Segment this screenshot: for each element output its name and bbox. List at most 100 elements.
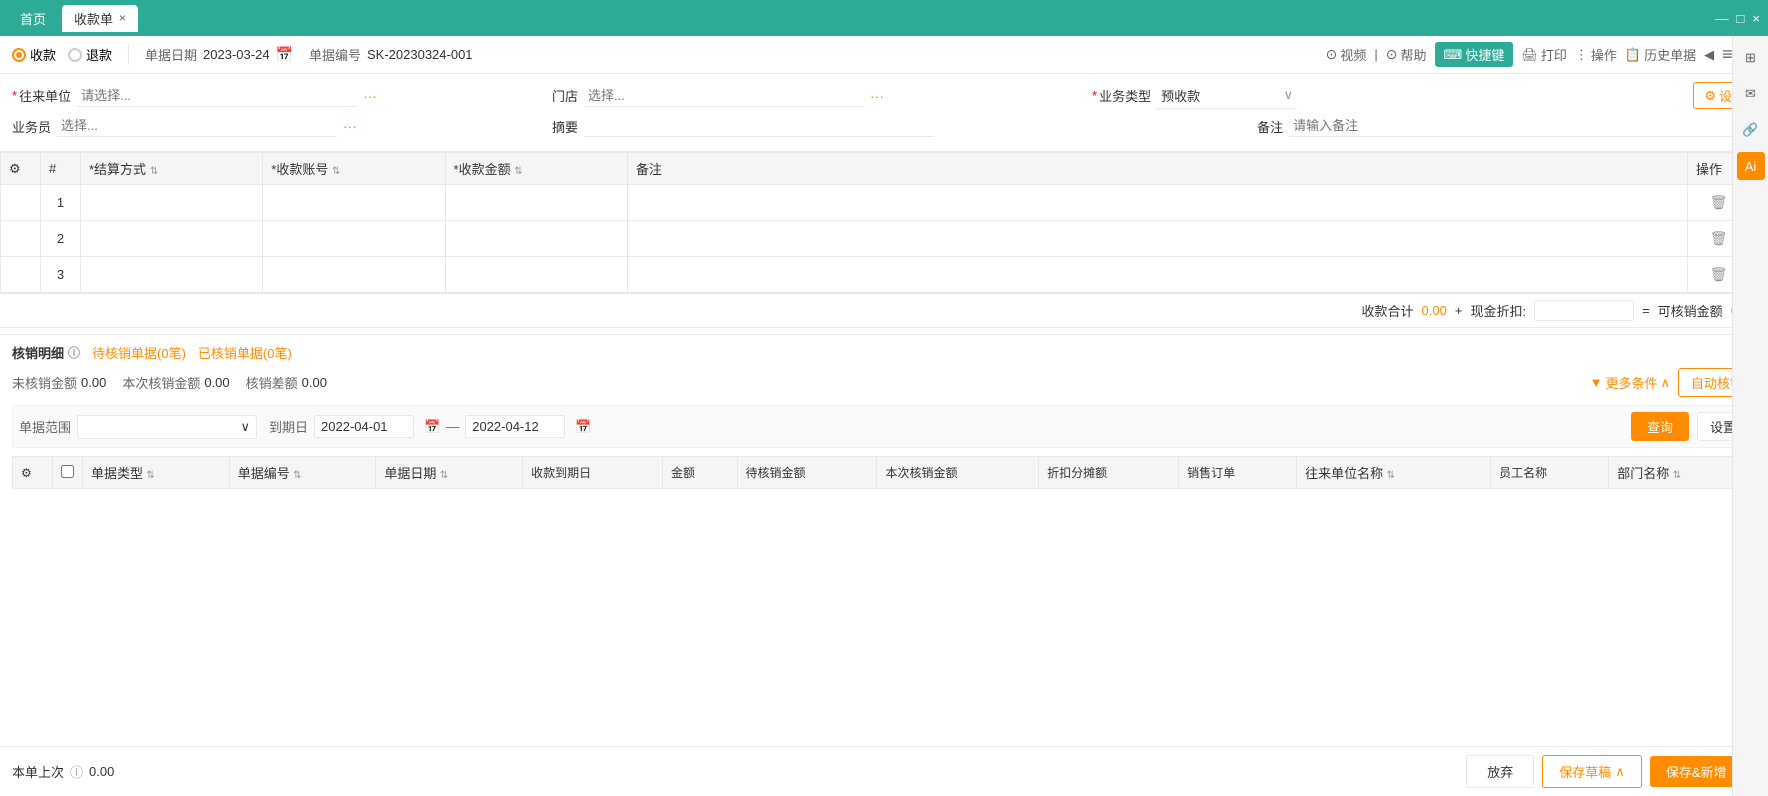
remark-field: 备注 xyxy=(1257,115,1756,137)
print-icon: 🖨 xyxy=(1521,47,1538,63)
maximize-btn[interactable]: □ xyxy=(1737,11,1745,26)
sort-arrows-bt1: ⇅ xyxy=(146,470,154,481)
remark-input[interactable] xyxy=(1289,115,1756,137)
row1-account-cell[interactable] xyxy=(263,185,445,221)
row2-remark-cell[interactable] xyxy=(627,221,1687,257)
minimize-btn[interactable]: — xyxy=(1716,11,1729,26)
due-date-start-input[interactable] xyxy=(314,415,414,438)
row2-account-cell[interactable] xyxy=(263,221,445,257)
col-no-header: # xyxy=(41,153,81,185)
tab-active[interactable]: 收款单 × xyxy=(62,5,138,32)
query-btn[interactable]: 查询 xyxy=(1631,412,1689,441)
help-btn[interactable]: ⊙ 帮助 xyxy=(1386,45,1427,64)
sidebar-screenshot-icon[interactable]: Ai xyxy=(1737,152,1765,180)
table-row: 2 🗑 ⊕ xyxy=(1,221,1768,257)
meta-date-value: 2023-03-24 xyxy=(203,47,270,62)
radio-refund-label: 退款 xyxy=(86,45,112,64)
business-type-field: * 业务类型 预收款 ∨ xyxy=(1092,83,1685,109)
row1-settings-cell xyxy=(1,185,41,221)
radio-receipt[interactable]: 收款 xyxy=(12,45,56,64)
nav-left-btn[interactable]: ◀ xyxy=(1704,47,1714,63)
current-cancel-label: 本次核销金额 xyxy=(122,373,200,392)
row1-delete-icon[interactable]: 🗑 xyxy=(1710,194,1728,211)
business-type-select[interactable]: 预收款 ∨ xyxy=(1157,83,1297,109)
nav-left-icon: ◀ xyxy=(1704,47,1714,63)
tab-close-icon[interactable]: × xyxy=(119,11,126,25)
stats-row: 未核销金额 0.00 本次核销金额 0.00 核销差额 0.00 ▼ xyxy=(12,368,1756,397)
row2-settlement-cell[interactable] xyxy=(81,221,263,257)
section-header: 核销明细 ⓘ 待核销单据(0笔) 已核销单据(0笔) xyxy=(12,343,1756,362)
date-picker-end-icon[interactable]: 📅 xyxy=(575,419,591,435)
calendar-icon[interactable]: 📅 xyxy=(276,46,293,63)
video-btn[interactable]: ⊙ 视频 xyxy=(1326,45,1367,64)
store-input[interactable] xyxy=(584,85,864,107)
bt-col-employee: 员工名称 xyxy=(1491,457,1609,489)
bt-col-settings[interactable]: ⚙ xyxy=(13,457,53,489)
col-settlement-header[interactable]: *结算方式 ⇅ xyxy=(81,153,263,185)
toolbar: 收款 退款 单据日期 2023-03-24 📅 单据编号 SK-20230324… xyxy=(0,36,1768,74)
help-icon: ⊙ xyxy=(1386,46,1398,63)
tab-home[interactable]: 首页 xyxy=(8,5,58,32)
remark-label: 备注 xyxy=(1257,117,1289,136)
row1-remark-cell[interactable] xyxy=(627,185,1687,221)
tab-bar: 首页 收款单 × — □ × xyxy=(0,0,1768,36)
summary-field: 摘要 xyxy=(552,115,1217,137)
row1-settlement-cell[interactable] xyxy=(81,185,263,221)
row1-amount-cell[interactable] xyxy=(445,185,627,221)
bt-col-doc-type[interactable]: 单据类型 ⇅ xyxy=(83,457,230,489)
store-more-btn[interactable]: ··· xyxy=(864,88,890,104)
main-container: 收款 退款 单据日期 2023-03-24 📅 单据编号 SK-20230324… xyxy=(0,36,1768,796)
counterpart-input[interactable] xyxy=(77,85,357,107)
col-amount-header[interactable]: *收款金额 ⇅ xyxy=(445,153,627,185)
bt-col-doc-date[interactable]: 单据日期 ⇅ xyxy=(376,457,523,489)
row3-remark-cell[interactable] xyxy=(627,257,1687,293)
more-conditions-btn[interactable]: ▼ 更多条件 ∧ xyxy=(1590,373,1670,392)
due-date-end-input[interactable] xyxy=(465,415,565,438)
col-settings-header[interactable]: ⚙ xyxy=(1,153,41,185)
col-remark-header: 备注 xyxy=(627,153,1687,185)
radio-refund[interactable]: 退款 xyxy=(68,45,112,64)
row3-delete-icon[interactable]: 🗑 xyxy=(1710,266,1728,283)
sidebar-link-icon[interactable]: 🔗 xyxy=(1737,116,1765,144)
salesperson-input[interactable] xyxy=(57,115,337,137)
footer-info-icon[interactable]: ⓘ xyxy=(70,762,83,781)
range-select[interactable]: ∨ xyxy=(77,415,257,439)
save-draft-btn[interactable]: 保存草稿 ∧ xyxy=(1542,755,1642,788)
col-account-header[interactable]: *收款账号 ⇅ xyxy=(263,153,445,185)
operation-btn[interactable]: ⋮ 操作 xyxy=(1575,45,1617,64)
date-separator: — xyxy=(446,419,459,434)
tab-bar-left: 首页 收款单 × xyxy=(8,5,138,32)
bt-col-doc-no[interactable]: 单据编号 ⇅ xyxy=(229,457,376,489)
close-btn[interactable]: × xyxy=(1752,11,1760,26)
sidebar-mail-icon[interactable]: ✉ xyxy=(1737,80,1765,108)
row3-settlement-cell[interactable] xyxy=(81,257,263,293)
select-all-checkbox[interactable] xyxy=(61,465,74,478)
row2-amount-cell[interactable] xyxy=(445,221,627,257)
link-icon: 🔗 xyxy=(1742,122,1758,138)
completed-tab-link[interactable]: 已核销单据(0笔) xyxy=(198,343,292,362)
counterpart-more-btn[interactable]: ··· xyxy=(357,88,383,104)
form-row-2: 业务员 ··· 摘要 备注 xyxy=(12,115,1756,137)
uncancelled-value: 0.00 xyxy=(81,375,106,390)
pending-tab-label: 待核销单据(0笔) xyxy=(92,346,186,361)
summary-input[interactable] xyxy=(584,115,934,137)
discount-input[interactable] xyxy=(1534,300,1634,321)
business-type-label: 业务类型 xyxy=(1099,86,1157,105)
row3-amount-cell[interactable] xyxy=(445,257,627,293)
help-label: 帮助 xyxy=(1401,45,1427,64)
shortcut-btn[interactable]: ⌨ 快捷键 xyxy=(1435,42,1514,67)
video-label: 视频 xyxy=(1340,45,1366,64)
section-info-icon[interactable]: ⓘ xyxy=(68,344,80,361)
footer-left: 本单上次 ⓘ 0.00 xyxy=(12,762,114,781)
row2-delete-icon[interactable]: 🗑 xyxy=(1710,230,1728,247)
range-label: 单据范围 xyxy=(19,417,71,436)
row3-account-cell[interactable] xyxy=(263,257,445,293)
print-btn[interactable]: 🖨 打印 xyxy=(1521,45,1567,64)
salesperson-more-btn[interactable]: ··· xyxy=(337,118,363,134)
discount-label: 现金折扣: xyxy=(1470,301,1526,320)
pending-tab-link[interactable]: 待核销单据(0笔) xyxy=(92,343,186,362)
bt-col-counterpart[interactable]: 往来单位名称 ⇅ xyxy=(1297,457,1491,489)
abandon-btn[interactable]: 放弃 xyxy=(1466,755,1534,788)
date-picker-start-icon[interactable]: 📅 xyxy=(424,419,440,435)
history-btn[interactable]: 📋 历史单据 xyxy=(1625,45,1696,64)
